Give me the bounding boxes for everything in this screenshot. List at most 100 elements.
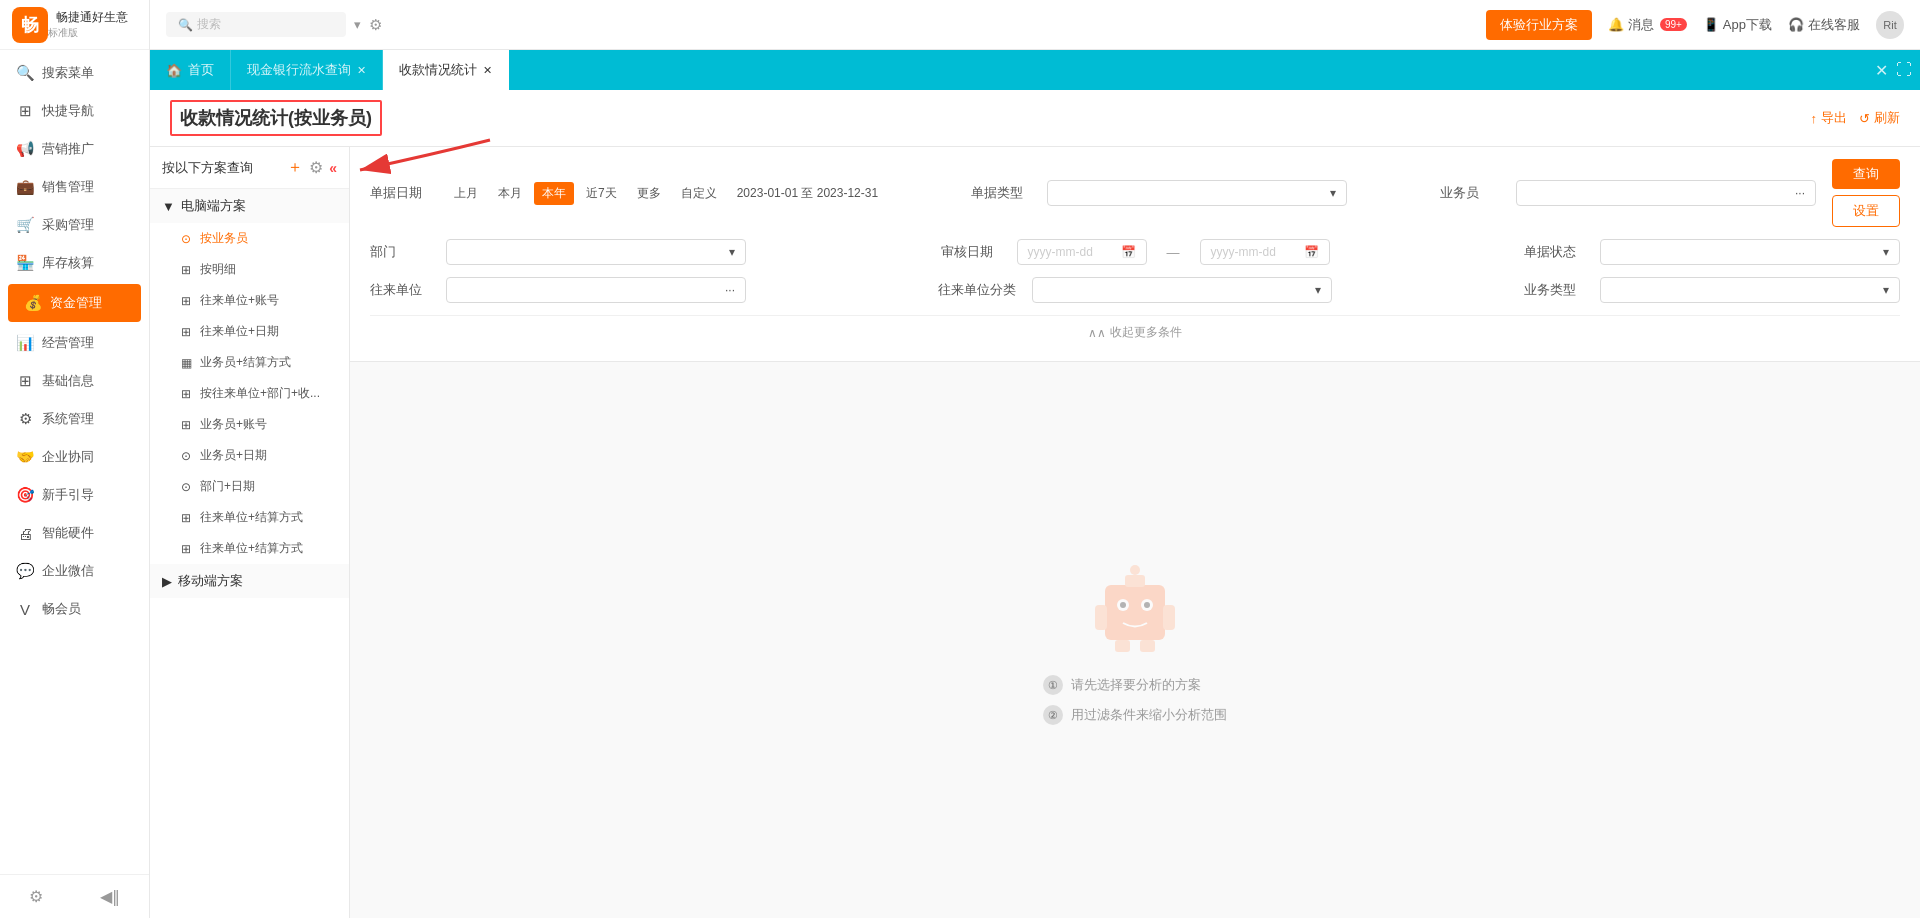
topbar-left: 🔍 搜索 ▾ ⚙ bbox=[166, 12, 382, 37]
scheme-settings-icon[interactable]: ⚙ bbox=[309, 158, 323, 177]
sidebar-item-search[interactable]: 🔍 搜索菜单 bbox=[0, 54, 149, 92]
scheme-group-mobile-header[interactable]: ▶ 移动端方案 bbox=[150, 564, 349, 598]
salesperson-select[interactable]: ··· bbox=[1516, 180, 1816, 206]
search-topbar-icon: 🔍 bbox=[178, 18, 193, 32]
scheme-item-label-9: 往来单位+结算方式 bbox=[200, 509, 303, 526]
dept-select[interactable]: ▾ bbox=[446, 239, 746, 265]
scheme-item-6[interactable]: ⊞ 业务员+账号 bbox=[150, 409, 349, 440]
scheme-group-mobile-label: 移动端方案 bbox=[178, 572, 243, 590]
logo-area: 畅 畅捷通好生意 标准版 bbox=[0, 0, 149, 50]
close-window-icon[interactable]: ✕ bbox=[1875, 61, 1888, 80]
sidebar-item-purchase[interactable]: 🛒 采购管理 bbox=[0, 206, 149, 244]
scheme-item-9[interactable]: ⊞ 往来单位+结算方式 bbox=[150, 502, 349, 533]
sidebar-item-label: 资金管理 bbox=[50, 294, 102, 312]
empty-icon bbox=[1075, 555, 1195, 655]
settings-button[interactable]: 设置 bbox=[1832, 195, 1900, 227]
purchase-icon: 🛒 bbox=[16, 216, 34, 234]
query-button[interactable]: 查询 bbox=[1832, 159, 1900, 189]
tab-collection[interactable]: 收款情况统计 ✕ bbox=[383, 50, 509, 90]
sidebar-item-cooperation[interactable]: 🤝 企业协同 bbox=[0, 438, 149, 476]
page-actions: ↑ 导出 ↺ 刷新 bbox=[1811, 109, 1901, 127]
export-button[interactable]: ↑ 导出 bbox=[1811, 109, 1848, 127]
dropdown-icon[interactable]: ▾ bbox=[354, 17, 361, 32]
scheme-item-label-10: 往来单位+结算方式 bbox=[200, 540, 303, 557]
biz-type-chevron-icon: ▾ bbox=[1883, 283, 1889, 297]
sidebar-item-hardware[interactable]: 🖨 智能硬件 bbox=[0, 514, 149, 552]
sidebar-item-marketing[interactable]: 📢 营销推广 bbox=[0, 130, 149, 168]
expand-pc-icon: ▼ bbox=[162, 199, 175, 214]
messages-action[interactable]: 🔔 消息 99+ bbox=[1608, 16, 1687, 34]
scheme-panel-title: 按以下方案查询 bbox=[162, 159, 253, 177]
date-tab-last-month[interactable]: 上月 bbox=[446, 182, 486, 205]
date-separator: — bbox=[1167, 245, 1180, 260]
step-1-text: 请先选择要分析的方案 bbox=[1071, 676, 1201, 694]
trial-button[interactable]: 体验行业方案 bbox=[1486, 10, 1592, 40]
guide-icon: 🎯 bbox=[16, 486, 34, 504]
add-scheme-icon[interactable]: ＋ bbox=[287, 157, 303, 178]
sidebar-item-warehouse[interactable]: 🏪 库存核算 bbox=[0, 244, 149, 282]
scheme-item-8[interactable]: ⊙ 部门+日期 bbox=[150, 471, 349, 502]
settings-topbar-icon[interactable]: ⚙ bbox=[369, 16, 382, 34]
sidebar-item-member[interactable]: V 畅会员 bbox=[0, 590, 149, 628]
collapse-sidebar-icon[interactable]: ◀‖ bbox=[96, 883, 124, 910]
scheme-item-10[interactable]: ⊞ 往来单位+结算方式 bbox=[150, 533, 349, 564]
sales-icon: 💼 bbox=[16, 178, 34, 196]
expand-mobile-icon: ▶ bbox=[162, 574, 172, 589]
scheme-item-icon-6: ⊞ bbox=[178, 418, 194, 432]
sidebar-item-guide[interactable]: 🎯 新手引导 bbox=[0, 476, 149, 514]
date-tab-this-month[interactable]: 本月 bbox=[490, 182, 530, 205]
sidebar-item-quicknav[interactable]: ⊞ 快捷导航 bbox=[0, 92, 149, 130]
scheme-item-2[interactable]: ⊞ 往来单位+账号 bbox=[150, 285, 349, 316]
collapse-filters-button[interactable]: ∧∧ 收起更多条件 bbox=[370, 315, 1900, 349]
chevron-down-icon: ▾ bbox=[1330, 186, 1336, 200]
tab-close-bank-flow[interactable]: ✕ bbox=[357, 64, 366, 77]
sidebar-item-sales[interactable]: 💼 销售管理 bbox=[0, 168, 149, 206]
refresh-icon: ↺ bbox=[1859, 111, 1870, 126]
date-tab-this-year[interactable]: 本年 bbox=[534, 182, 574, 205]
scheme-item-label-6: 业务员+账号 bbox=[200, 416, 267, 433]
scheme-item-7[interactable]: ⊙ 业务员+日期 bbox=[150, 440, 349, 471]
sidebar-item-operations[interactable]: 📊 经营管理 bbox=[0, 324, 149, 362]
scheme-item-4[interactable]: ▦ 业务员+结算方式 bbox=[150, 347, 349, 378]
maximize-icon[interactable]: ⛶ bbox=[1896, 61, 1912, 79]
partner-select[interactable]: ··· bbox=[446, 277, 746, 303]
doc-type-select[interactable]: ▾ bbox=[1047, 180, 1347, 206]
audit-date-start[interactable]: yyyy-mm-dd 📅 bbox=[1017, 239, 1147, 265]
sidebar-item-system[interactable]: ⚙ 系统管理 bbox=[0, 400, 149, 438]
breadcrumb-area: 🔍 搜索 bbox=[166, 12, 346, 37]
settings-bottom-icon[interactable]: ⚙ bbox=[25, 883, 47, 910]
sidebar-item-label: 企业微信 bbox=[42, 562, 94, 580]
scheme-item-3[interactable]: ⊞ 往来单位+日期 bbox=[150, 316, 349, 347]
sidebar-item-basic[interactable]: ⊞ 基础信息 bbox=[0, 362, 149, 400]
scheme-item-5[interactable]: ⊞ 按往来单位+部门+收... bbox=[150, 378, 349, 409]
biz-type-select[interactable]: ▾ bbox=[1600, 277, 1900, 303]
scheme-group-pc-header[interactable]: ▼ 电脑端方案 bbox=[150, 189, 349, 223]
refresh-button[interactable]: ↺ 刷新 bbox=[1859, 109, 1900, 127]
app-download-action[interactable]: 📱 App下载 bbox=[1703, 16, 1772, 34]
sidebar-item-label: 营销推广 bbox=[42, 140, 94, 158]
scheme-list: ▼ 电脑端方案 ⊙ 按业务员 ⊞ 按明细 ⊞ 往 bbox=[150, 189, 349, 918]
step-num-1: ① bbox=[1043, 675, 1063, 695]
date-tab-7days[interactable]: 近7天 bbox=[578, 182, 625, 205]
collapse-scheme-icon[interactable]: « bbox=[329, 160, 337, 176]
doc-status-select[interactable]: ▾ bbox=[1600, 239, 1900, 265]
topbar: 🔍 搜索 ▾ ⚙ 体验行业方案 🔔 消息 99+ 📱 App下载 🎧 在线客服 bbox=[150, 0, 1920, 50]
date-tab-custom[interactable]: 自定义 bbox=[673, 182, 725, 205]
online-service-action[interactable]: 🎧 在线客服 bbox=[1788, 16, 1860, 34]
user-avatar[interactable]: Rit bbox=[1876, 11, 1904, 39]
date-tab-more[interactable]: 更多 bbox=[629, 182, 669, 205]
sidebar-item-wechat[interactable]: 💬 企业微信 bbox=[0, 552, 149, 590]
megaphone-icon: 📢 bbox=[16, 140, 34, 158]
sidebar-item-finance[interactable]: 💰 资金管理 bbox=[8, 284, 141, 322]
phone-icon: 📱 bbox=[1703, 17, 1719, 32]
more-icon: ··· bbox=[1795, 186, 1805, 200]
tab-bank-flow[interactable]: 现金银行流水查询 ✕ bbox=[231, 50, 383, 90]
tab-home[interactable]: 🏠 首页 bbox=[150, 50, 231, 90]
biz-type-label: 业务类型 bbox=[1524, 281, 1584, 299]
scheme-item-1[interactable]: ⊞ 按明细 bbox=[150, 254, 349, 285]
partner-category-select[interactable]: ▾ bbox=[1032, 277, 1332, 303]
empty-step-2: ② 用过滤条件来缩小分析范围 bbox=[1043, 705, 1227, 725]
audit-date-end[interactable]: yyyy-mm-dd 📅 bbox=[1200, 239, 1330, 265]
tab-close-collection[interactable]: ✕ bbox=[483, 64, 492, 77]
scheme-item-0[interactable]: ⊙ 按业务员 bbox=[150, 223, 349, 254]
